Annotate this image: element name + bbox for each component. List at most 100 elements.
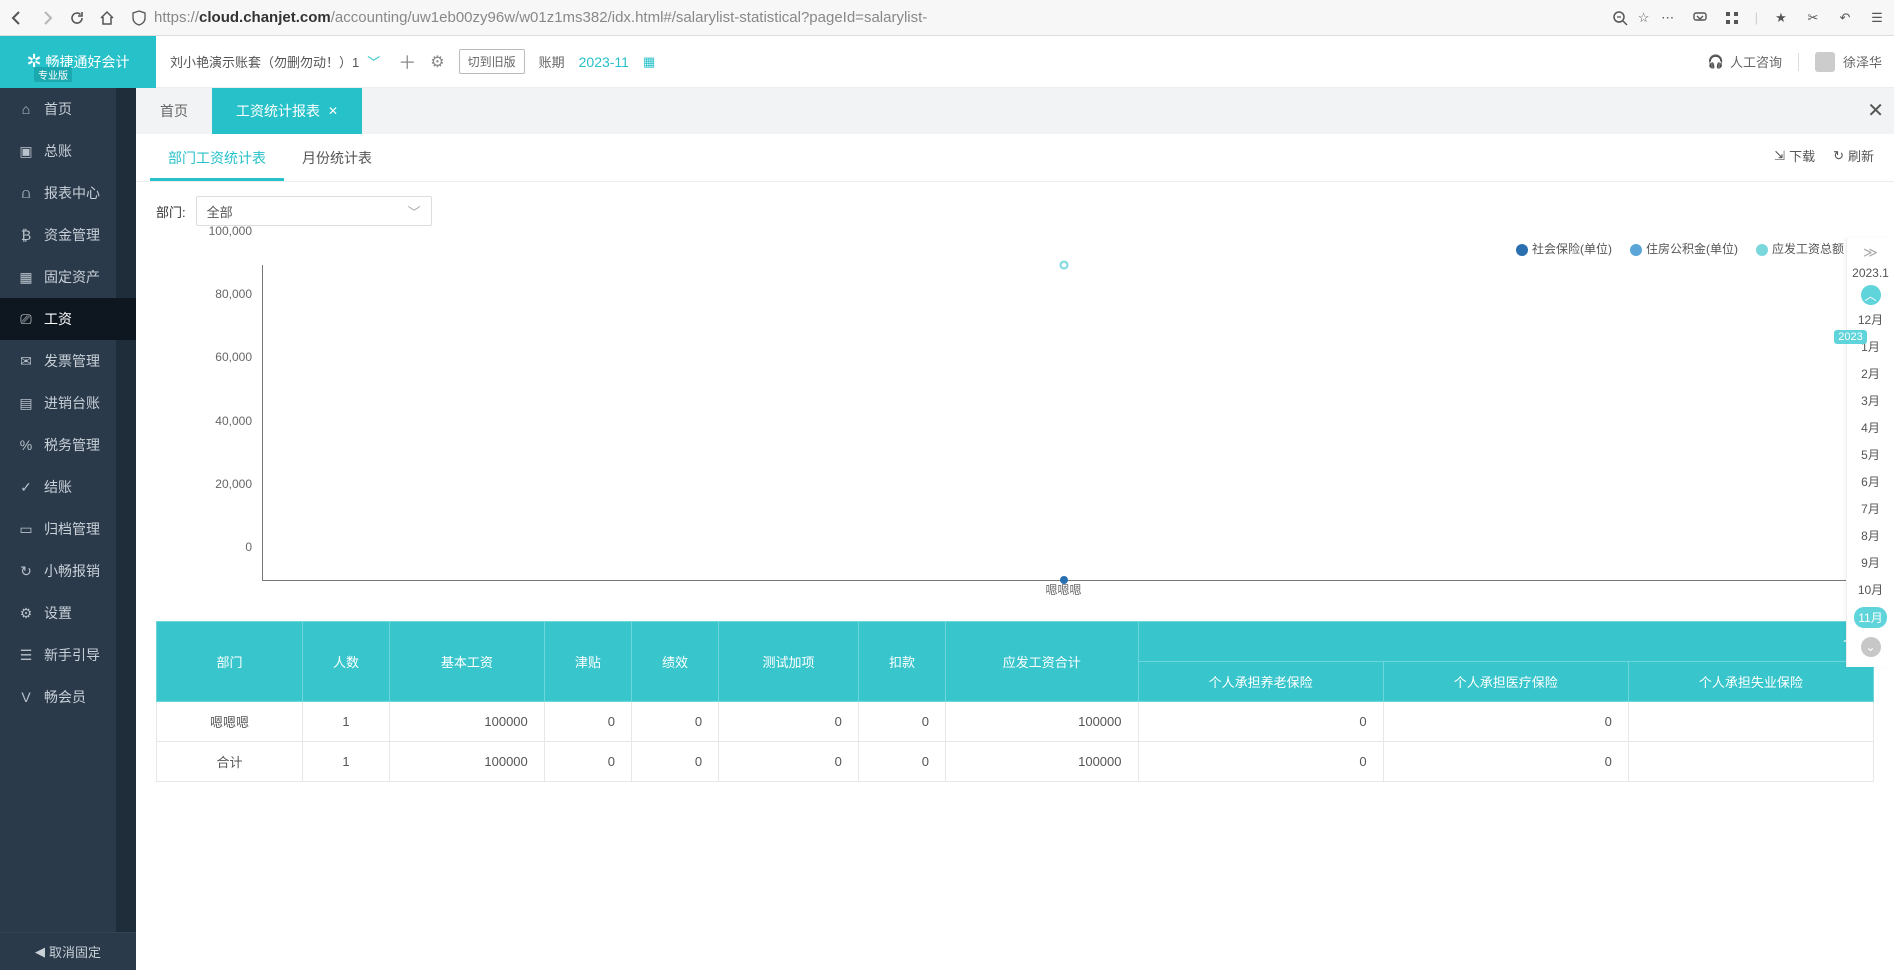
sidebar-icon: ✉ bbox=[18, 353, 34, 370]
month-item[interactable]: 2月 bbox=[1861, 364, 1880, 383]
sidebar-item[interactable]: ⌂首页 bbox=[0, 88, 136, 130]
bookmark-icon[interactable]: ☆ bbox=[1635, 9, 1653, 27]
legend-item: 应发工资总额 bbox=[1756, 240, 1844, 257]
close-icon[interactable]: ✕ bbox=[328, 104, 338, 118]
more-icon[interactable]: ⋯ bbox=[1659, 9, 1677, 27]
th: 应发工资合计 bbox=[946, 622, 1138, 702]
month-item[interactable]: 12月 bbox=[1858, 310, 1883, 329]
sidebar-icon: ⌂ bbox=[18, 101, 34, 117]
tab-salary-stats[interactable]: 工资统计报表✕ bbox=[212, 88, 362, 134]
legend-dot bbox=[1630, 244, 1642, 256]
collapse-icon[interactable]: ≫ bbox=[1863, 244, 1878, 261]
th: 津贴 bbox=[544, 622, 631, 702]
sidebar-item[interactable]: ₿资金管理 bbox=[0, 214, 136, 256]
pocket-icon[interactable] bbox=[1691, 9, 1709, 27]
filter-row: 部门: 全部 ﹀ bbox=[136, 182, 1894, 234]
sidebar-item-label: 畅会员 bbox=[44, 687, 86, 707]
rail-up-icon[interactable]: ︿ bbox=[1861, 285, 1881, 305]
sidebar-item[interactable]: ✓ 结账 bbox=[0, 466, 136, 508]
gear-icon[interactable]: ⚙ bbox=[430, 52, 444, 72]
y-tick-label: 60,000 bbox=[215, 350, 252, 364]
sidebar-item[interactable]: ▭归档管理 bbox=[0, 508, 136, 550]
home-icon[interactable] bbox=[98, 9, 116, 27]
dept-select[interactable]: 全部 ﹀ bbox=[196, 196, 432, 226]
sidebar-item[interactable]: ☰新手引导 bbox=[0, 634, 136, 676]
sidebar-item[interactable]: ⎚工资 bbox=[0, 298, 136, 340]
back-icon[interactable] bbox=[8, 9, 26, 27]
month-item[interactable]: 8月 bbox=[1861, 526, 1880, 545]
dept-label: 部门: bbox=[156, 202, 186, 221]
sidebar-icon: ₿ bbox=[18, 227, 34, 243]
refresh-button[interactable]: ↻ 刷新 bbox=[1833, 146, 1874, 165]
month-item[interactable]: 9月 bbox=[1861, 553, 1880, 572]
period-value[interactable]: 2023-11 bbox=[579, 54, 629, 70]
sidebar-icon: ↻ bbox=[18, 563, 34, 580]
cell: 0 bbox=[631, 742, 718, 782]
sidebar-item[interactable]: ▦固定资产 bbox=[0, 256, 136, 298]
th: 扣款 bbox=[858, 622, 945, 702]
sidebar-item[interactable]: %税务管理 bbox=[0, 424, 136, 466]
undo-icon[interactable]: ↶ bbox=[1836, 9, 1854, 27]
sidebar-item-label: 归档管理 bbox=[44, 519, 100, 539]
chart-area: 社会保险(单位) 住房公积金(单位) 应发工资总额 020,00040,0006… bbox=[136, 234, 1894, 601]
month-item[interactable]: 6月 bbox=[1861, 472, 1880, 491]
reload-icon[interactable] bbox=[68, 9, 86, 27]
user-menu[interactable]: 徐泽华 bbox=[1815, 52, 1882, 72]
sidebar-item-label: 进销台账 bbox=[44, 393, 100, 413]
sidebar-item[interactable]: ⚙设置 bbox=[0, 592, 136, 634]
month-item[interactable]: 4月 bbox=[1861, 418, 1880, 437]
sidebar-item-label: 结账 bbox=[44, 477, 72, 497]
sidebar-icon: % bbox=[18, 437, 34, 453]
sidebar-icon: ✓ bbox=[18, 479, 34, 496]
month-item[interactable]: 7月 bbox=[1861, 499, 1880, 518]
rail-toggle-icon[interactable]: ⌄ bbox=[1861, 637, 1881, 657]
subtabs: 部门工资统计表 月份统计表 ⇲ 下载 ↻ 刷新 bbox=[136, 134, 1894, 182]
table-row: 合计1100000000010000000 bbox=[157, 742, 1874, 782]
chevron-down-icon: ﹀ bbox=[367, 52, 380, 71]
favorite-icon[interactable]: ★ bbox=[1772, 9, 1790, 27]
app-header: ✲畅捷通好会计 专业版 刘小艳演示账套（勿删勿动！）1 ﹀ ＋ ⚙ 切到旧版 账… bbox=[0, 36, 1894, 88]
tabs-close-all[interactable]: ✕ bbox=[1867, 98, 1884, 123]
sidebar-item-label: 设置 bbox=[44, 603, 72, 623]
sidebar-icon: ☰ bbox=[18, 647, 34, 664]
legend-dot bbox=[1756, 244, 1768, 256]
zoom-icon[interactable] bbox=[1611, 9, 1629, 27]
sidebar-item[interactable]: V畅会员 bbox=[0, 676, 136, 718]
month-item[interactable]: 5月 bbox=[1861, 445, 1880, 464]
shield-icon bbox=[130, 9, 148, 27]
add-icon[interactable]: ＋ bbox=[398, 49, 416, 75]
sidebar-item[interactable]: ✉发票管理 bbox=[0, 340, 136, 382]
th: 个人承担养老保险 bbox=[1138, 662, 1383, 702]
download-button[interactable]: ⇲ 下载 bbox=[1774, 146, 1815, 165]
support-link[interactable]: 🎧人工咨询 bbox=[1708, 52, 1782, 71]
sidebar-item-label: 报表中心 bbox=[44, 183, 100, 203]
subtab-dept[interactable]: 部门工资统计表 bbox=[150, 136, 284, 181]
scissors-icon[interactable]: ✂ bbox=[1804, 9, 1822, 27]
apps-icon[interactable] bbox=[1723, 9, 1741, 27]
sidebar-icon: ⩍ bbox=[18, 185, 34, 202]
switch-old-button[interactable]: 切到旧版 bbox=[459, 49, 525, 74]
month-item[interactable]: 3月 bbox=[1861, 391, 1880, 410]
menu-icon[interactable]: ☰ bbox=[1868, 9, 1886, 27]
account-selector[interactable]: 刘小艳演示账套（勿删勿动！）1 ﹀ bbox=[170, 52, 380, 71]
chart-legend: 社会保险(单位) 住房公积金(单位) 应发工资总额 bbox=[156, 234, 1874, 261]
th: 基本工资 bbox=[390, 622, 545, 702]
calendar-icon[interactable]: ▦ bbox=[643, 54, 655, 70]
sidebar-item[interactable]: ▣总账 bbox=[0, 130, 136, 172]
tab-home[interactable]: 首页 bbox=[136, 88, 212, 134]
sidebar-item[interactable]: ⩍ 报表中心 bbox=[0, 172, 136, 214]
cell: 100000 bbox=[390, 742, 545, 782]
month-item[interactable]: 10月 bbox=[1858, 580, 1883, 599]
address-bar[interactable]: https://cloud.chanjet.com/accounting/uw1… bbox=[126, 9, 1681, 27]
sidebar-unpin[interactable]: ◀取消固定 bbox=[0, 932, 136, 970]
month-item[interactable]: 11月 bbox=[1854, 607, 1886, 628]
cell: 嗯嗯嗯 bbox=[157, 702, 303, 742]
cell: 100000 bbox=[390, 702, 545, 742]
sidebar-item[interactable]: ↻小畅报销 bbox=[0, 550, 136, 592]
cell bbox=[1628, 702, 1873, 742]
forward-icon[interactable] bbox=[38, 9, 56, 27]
rail-top-year: 2023.1 bbox=[1852, 266, 1889, 280]
subtab-month[interactable]: 月份统计表 bbox=[284, 136, 390, 181]
th: 绩效 bbox=[631, 622, 718, 702]
sidebar-item[interactable]: ▤进销台账 bbox=[0, 382, 136, 424]
